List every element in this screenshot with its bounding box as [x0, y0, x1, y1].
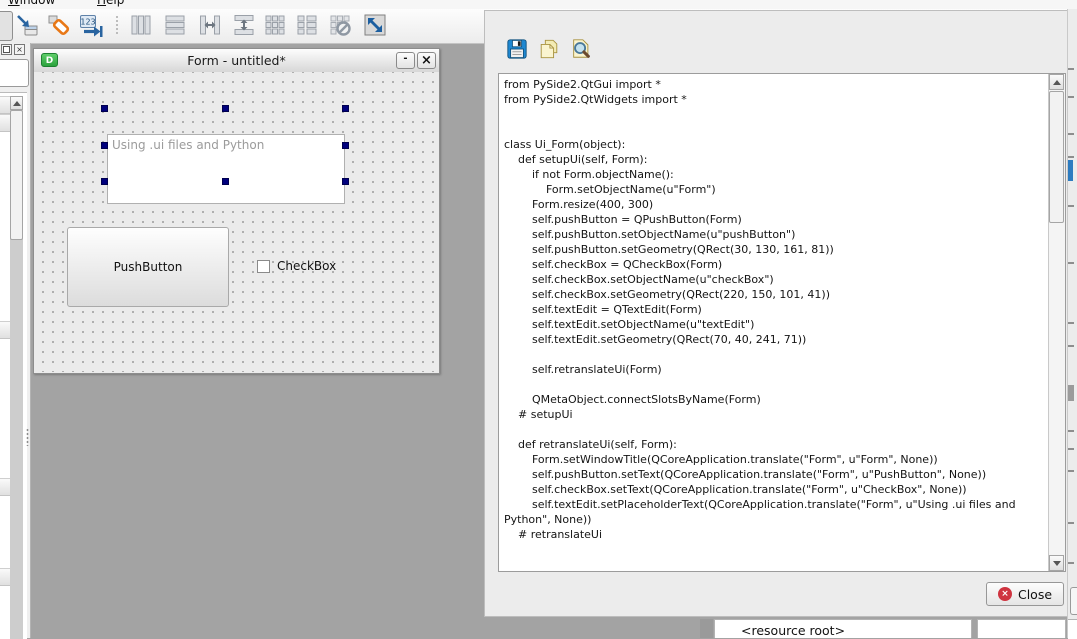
resource-preview-panel — [977, 619, 1066, 638]
code-text[interactable]: from PySide2.QtGui import * from PySide2… — [499, 74, 1049, 571]
row-edge — [1068, 345, 1074, 347]
find-icon[interactable] — [570, 38, 592, 60]
save-icon[interactable] — [506, 38, 528, 60]
checkbox-label: CheckBox — [277, 259, 336, 273]
code-view[interactable]: from PySide2.QtGui import * from PySide2… — [498, 73, 1066, 572]
break-layout-glyph — [328, 13, 352, 37]
magnifier-glyph — [570, 38, 592, 60]
row-edge — [1068, 522, 1074, 524]
selection-handle[interactable] — [101, 178, 108, 185]
selection-handle[interactable] — [222, 105, 229, 112]
selected-row-edge — [1068, 160, 1073, 181]
selection-handle[interactable] — [101, 142, 108, 149]
designer-form-window: D Form - untitled* - × Using .ui files a… — [33, 48, 440, 374]
widget-box-list[interactable] — [0, 92, 27, 639]
svg-text:123: 123 — [80, 18, 95, 27]
selection-handle[interactable] — [342, 142, 349, 149]
code-scrollbar[interactable] — [1048, 74, 1065, 571]
copy-icon[interactable] — [538, 38, 560, 60]
dock-splitter-handle[interactable] — [700, 619, 713, 638]
property-editor-edge — [1067, 9, 1077, 638]
form-close-button[interactable]: × — [417, 52, 436, 69]
edit-signals-slots-icon[interactable] — [13, 11, 41, 39]
selection-handle[interactable] — [342, 178, 349, 185]
form-titlebar[interactable]: D Form - untitled* - × — [34, 49, 439, 73]
float-glyph — [3, 46, 10, 53]
form-layout-glyph — [295, 13, 319, 37]
dock-scrollbar-thumb[interactable] — [10, 110, 23, 240]
code-preview-dialog: from PySide2.QtGui import * from PySide2… — [484, 10, 1068, 617]
layout-vertical-icon[interactable] — [161, 11, 189, 39]
selection-handle[interactable] — [101, 105, 108, 112]
selection-handle[interactable] — [342, 105, 349, 112]
clipped-button-edge — [1070, 587, 1077, 615]
tab-order-glyph: 123 — [79, 13, 103, 37]
layout-horizontal-splitter-icon[interactable] — [196, 11, 224, 39]
floppy-glyph — [506, 38, 528, 60]
dock-scroll-up-icon[interactable] — [10, 96, 23, 110]
form-minimize-button[interactable]: - — [396, 52, 415, 69]
pushbutton-label: PushButton — [114, 260, 183, 274]
row-edge — [1068, 156, 1074, 158]
dock-resize-grip[interactable] — [26, 428, 29, 446]
menu-help[interactable]: Help — [97, 0, 124, 7]
row-edge — [1068, 470, 1074, 472]
clipped-panel-edge — [1068, 619, 1077, 639]
resource-browser-panel[interactable]: <resource root> — [714, 619, 972, 638]
signal-slot-glyph — [15, 13, 39, 37]
down-arrow-glyph — [1053, 561, 1061, 566]
code-scroll-up-icon[interactable] — [1049, 74, 1064, 90]
row-edge — [1068, 96, 1074, 98]
layout-form-icon[interactable] — [293, 11, 321, 39]
up-arrow-glyph — [13, 101, 21, 106]
row-edge — [1068, 448, 1074, 450]
row-edge — [1068, 430, 1074, 432]
grid-glyph — [263, 13, 287, 37]
scroll-thumb-edge — [1068, 385, 1074, 401]
code-scrollbar-thumb[interactable] — [1049, 91, 1064, 223]
row-edge — [1068, 262, 1074, 264]
code-scroll-down-icon[interactable] — [1049, 555, 1064, 571]
resource-root-item[interactable]: <resource root> — [715, 620, 971, 638]
edit-buddies-icon[interactable] — [45, 11, 73, 39]
adjust-size-icon[interactable] — [361, 11, 389, 39]
row-edge — [1068, 562, 1074, 564]
menubar: Window Help — [0, 0, 1077, 9]
columns-glyph — [129, 13, 153, 37]
layout-horizontal-icon[interactable] — [127, 11, 155, 39]
edit-widgets-icon[interactable] — [0, 11, 13, 41]
menu-window[interactable]: Window — [8, 0, 55, 7]
dock-float-icon[interactable] — [1, 44, 12, 55]
pushbutton-widget[interactable]: PushButton — [67, 227, 229, 307]
adjust-size-glyph — [363, 13, 387, 37]
row-edge — [1068, 68, 1074, 70]
h-splitter-glyph — [198, 13, 222, 37]
toolbar-separator — [116, 15, 118, 35]
textedit-widget[interactable]: Using .ui files and Python — [107, 134, 345, 204]
form-window-title: Form - untitled* — [34, 53, 439, 68]
widget-box-dock: × — [0, 43, 31, 638]
copy-pages-glyph — [538, 38, 560, 60]
selection-handle[interactable] — [222, 178, 229, 185]
layout-vertical-splitter-icon[interactable] — [230, 11, 258, 39]
row-edge — [1068, 205, 1074, 207]
v-splitter-glyph — [232, 13, 256, 37]
edit-tab-order-icon[interactable]: 123 — [77, 11, 105, 39]
checkbox-indicator[interactable] — [257, 260, 270, 273]
close-button-label: Close — [1018, 587, 1052, 602]
break-layout-icon[interactable] — [326, 11, 354, 39]
widget-filter-input[interactable] — [0, 59, 29, 87]
row-edge — [1068, 322, 1074, 324]
close-button[interactable]: × Close — [986, 582, 1064, 606]
form-canvas[interactable]: Using .ui files and Python PushButton Ch… — [34, 72, 439, 372]
buddy-tag-glyph — [47, 13, 71, 37]
rows-glyph — [163, 13, 187, 37]
close-x-icon: × — [998, 587, 1012, 601]
dock-close-icon[interactable]: × — [14, 44, 25, 55]
layout-grid-icon[interactable] — [261, 11, 289, 39]
checkbox-widget[interactable]: CheckBox — [257, 259, 336, 273]
up-arrow-glyph — [1053, 80, 1061, 85]
row-edge — [1068, 133, 1074, 135]
textedit-placeholder: Using .ui files and Python — [108, 135, 344, 155]
